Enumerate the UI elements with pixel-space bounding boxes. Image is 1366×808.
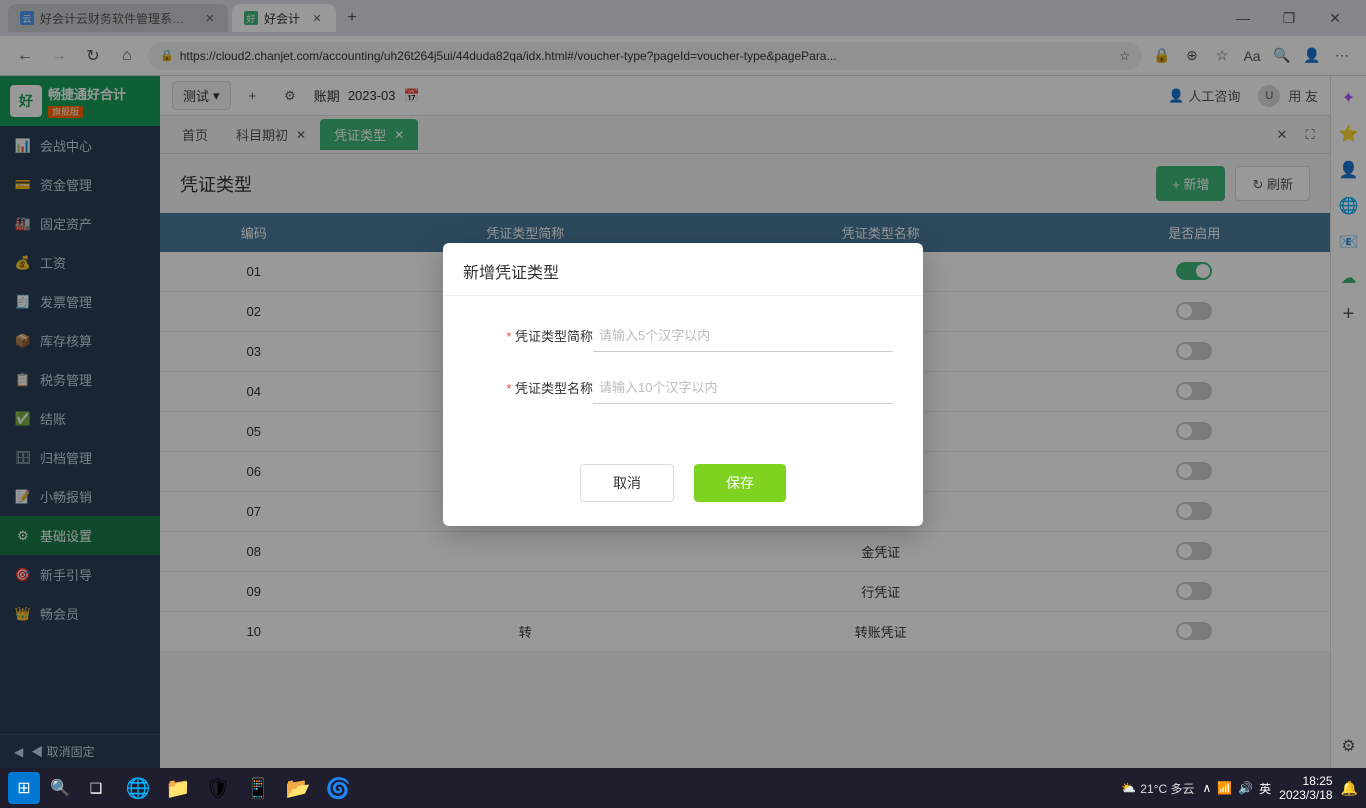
short-name-input[interactable] — [593, 320, 893, 352]
task-view-btn[interactable]: ❑ — [80, 772, 112, 804]
weather-info: ⛅ 21°C 多云 — [1121, 780, 1194, 797]
full-name-input[interactable] — [593, 372, 893, 404]
taskbar-app-security[interactable]: 🛡 — [200, 770, 236, 806]
weather-text: 21°C 多云 — [1140, 780, 1194, 797]
explorer-icon: 📁 — [166, 776, 191, 801]
taskbar-right: ⛅ 21°C 多云 ∧ 📶 🔊 英 18:25 2023/3/18 🔔 — [1121, 774, 1358, 802]
modal-footer: 取消 保存 — [443, 448, 923, 526]
modal-body: 凭证类型简称 凭证类型名称 — [443, 296, 923, 448]
taskbar-apps: 🌐 📁 🛡 📱 📂 🌀 — [120, 770, 356, 806]
full-name-label: 凭证类型名称 — [473, 378, 593, 397]
taskbar-app-chrome[interactable]: 🌐 — [120, 770, 156, 806]
windows-icon: ⊞ — [17, 778, 30, 798]
search-btn[interactable]: 🔍 — [44, 772, 76, 804]
save-button[interactable]: 保存 — [694, 464, 786, 502]
modal-title: 新增凭证类型 — [463, 265, 559, 282]
taskbar-system-icons: ∧ 📶 🔊 英 — [1202, 780, 1271, 797]
clock-date: 2023/3/18 — [1279, 788, 1332, 802]
folder-icon: 📂 — [286, 776, 311, 801]
short-name-label: 凭证类型简称 — [473, 326, 593, 345]
notification-btn[interactable]: 🔔 — [1341, 780, 1358, 797]
modal-header: 新增凭证类型 — [443, 243, 923, 296]
edge-icon: 🌀 — [326, 776, 351, 801]
taskbar-app-phone[interactable]: 📱 — [240, 770, 276, 806]
cancel-button[interactable]: 取消 — [580, 464, 674, 502]
search-icon: 🔍 — [50, 778, 70, 798]
clock-time: 18:25 — [1279, 774, 1332, 788]
weather-icon: ⛅ — [1121, 781, 1136, 795]
security-icon: 🛡 — [205, 776, 230, 801]
modal-overlay: 新增凭证类型 凭证类型简称 凭证类型名称 取消 保存 — [0, 0, 1366, 768]
form-row-full-name: 凭证类型名称 — [473, 372, 893, 404]
network-icon[interactable]: 📶 — [1217, 781, 1232, 795]
up-arrow-icon[interactable]: ∧ — [1202, 781, 1211, 795]
form-row-short-name: 凭证类型简称 — [473, 320, 893, 352]
lang-icon[interactable]: 英 — [1259, 780, 1271, 797]
volume-icon[interactable]: 🔊 — [1238, 781, 1253, 795]
start-button[interactable]: ⊞ — [8, 772, 40, 804]
taskbar-clock[interactable]: 18:25 2023/3/18 — [1279, 774, 1332, 802]
taskbar-app-explorer[interactable]: 📁 — [160, 770, 196, 806]
task-view-icon: ❑ — [90, 780, 103, 797]
phone-icon: 📱 — [246, 776, 271, 801]
add-voucher-type-modal: 新增凭证类型 凭证类型简称 凭证类型名称 取消 保存 — [443, 243, 923, 526]
taskbar-app-folder[interactable]: 📂 — [280, 770, 316, 806]
taskbar: ⊞ 🔍 ❑ 🌐 📁 🛡 📱 📂 🌀 ⛅ 21°C 多云 ∧ — [0, 768, 1366, 808]
taskbar-app-edge[interactable]: 🌀 — [320, 770, 356, 806]
chrome-icon: 🌐 — [126, 776, 151, 801]
